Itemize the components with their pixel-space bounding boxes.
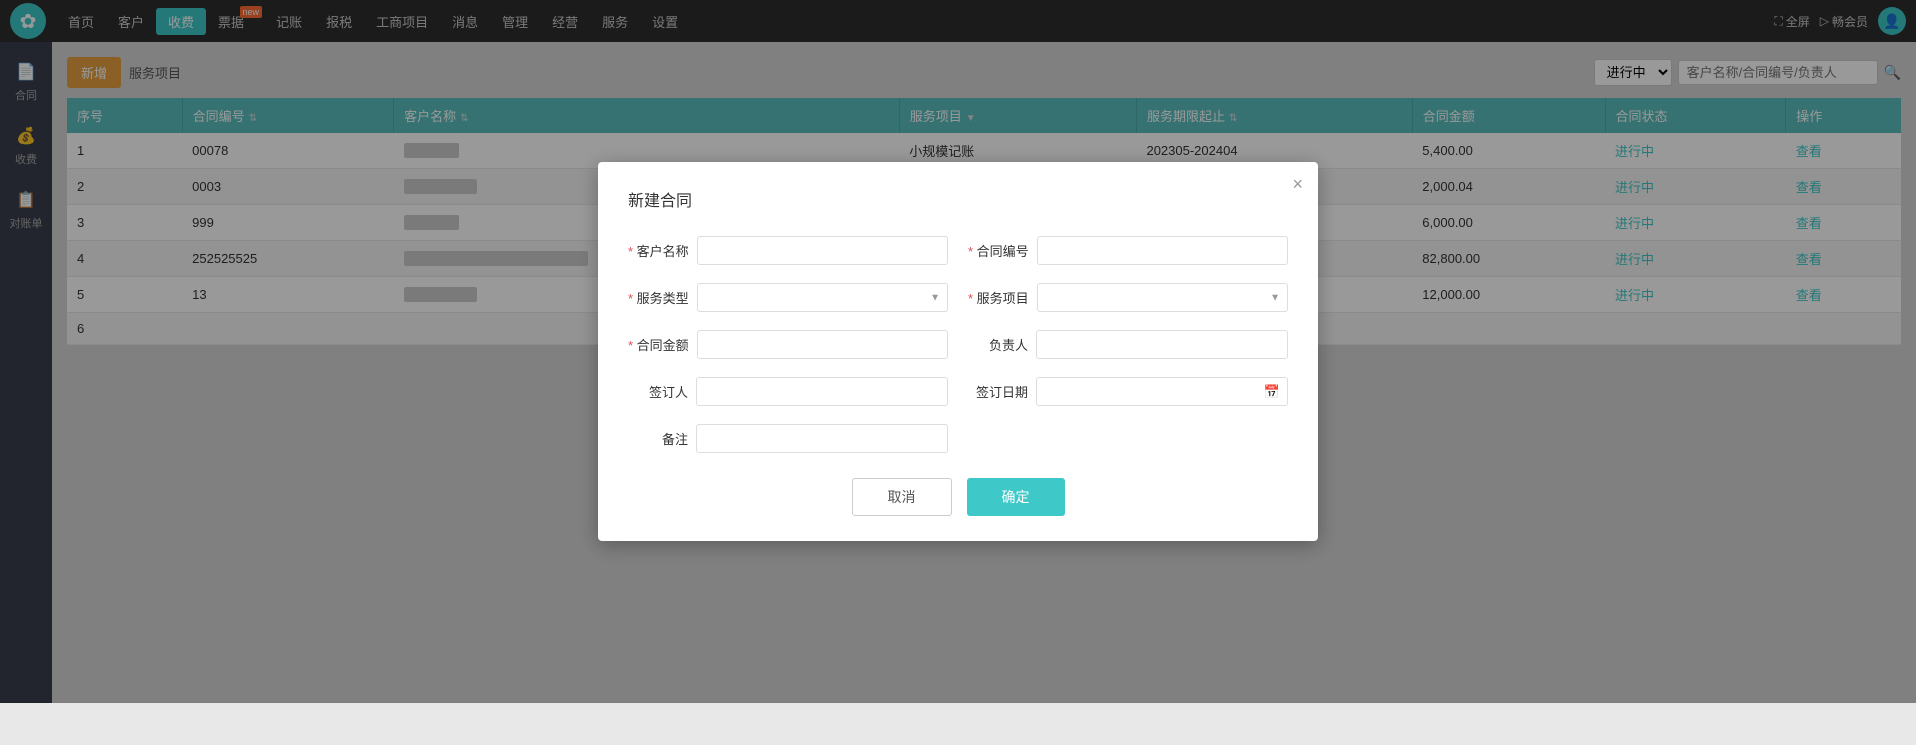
charge-person-input[interactable] <box>1036 330 1288 359</box>
form-row-1: 客户名称 合同编号 <box>628 236 1288 265</box>
new-contract-modal: × 新建合同 客户名称 合同编号 服务类型 ▼ <box>598 162 1318 541</box>
note-label: 备注 <box>628 429 688 448</box>
service-item-label: 服务项目 <box>968 288 1029 307</box>
form-group-charge-person: 负责人 <box>968 330 1288 359</box>
service-type-select[interactable] <box>697 283 948 312</box>
form-group-sign-date: 签订日期 2023-06-06 📅 <box>968 377 1288 406</box>
sign-date-input[interactable]: 2023-06-06 <box>1036 377 1288 406</box>
form-group-client-name: 客户名称 <box>628 236 948 265</box>
cancel-button[interactable]: 取消 <box>852 478 952 516</box>
confirm-button[interactable]: 确定 <box>967 478 1065 516</box>
amount-label: 合同金额 <box>628 335 689 354</box>
form-row-4: 签订人 签订日期 2023-06-06 📅 <box>628 377 1288 406</box>
contract-no-input[interactable] <box>1037 236 1288 265</box>
modal-footer: 取消 确定 <box>628 478 1288 516</box>
note-input[interactable] <box>696 424 948 453</box>
service-type-label: 服务类型 <box>628 288 689 307</box>
service-item-wrapper: ▼ <box>1037 283 1288 312</box>
form-group-amount: 合同金额 0.00 <box>628 330 948 359</box>
sign-date-wrapper: 2023-06-06 📅 <box>1036 377 1288 406</box>
service-type-wrapper: ▼ <box>697 283 948 312</box>
modal-overlay[interactable]: × 新建合同 客户名称 合同编号 服务类型 ▼ <box>0 0 1916 703</box>
modal-title: 新建合同 <box>628 187 1288 211</box>
service-item-select[interactable] <box>1037 283 1288 312</box>
form-group-service-type: 服务类型 ▼ <box>628 283 948 312</box>
form-group-contract-no: 合同编号 <box>968 236 1288 265</box>
form-row-5: 备注 <box>628 424 1288 453</box>
charge-person-label: 负责人 <box>968 335 1028 354</box>
form-group-signer: 签订人 <box>628 377 948 406</box>
amount-input[interactable]: 0.00 <box>697 330 948 359</box>
form-row-3: 合同金额 0.00 负责人 <box>628 330 1288 359</box>
modal-close-button[interactable]: × <box>1292 174 1303 195</box>
client-name-label: 客户名称 <box>628 241 689 260</box>
contract-no-label: 合同编号 <box>968 241 1029 260</box>
form-group-service-item: 服务项目 ▼ <box>968 283 1288 312</box>
sign-date-label: 签订日期 <box>968 382 1028 401</box>
client-name-input[interactable] <box>697 236 948 265</box>
signer-label: 签订人 <box>628 382 688 401</box>
form-row-2: 服务类型 ▼ 服务项目 ▼ <box>628 283 1288 312</box>
form-group-note: 备注 <box>628 424 948 453</box>
signer-input[interactable] <box>696 377 948 406</box>
